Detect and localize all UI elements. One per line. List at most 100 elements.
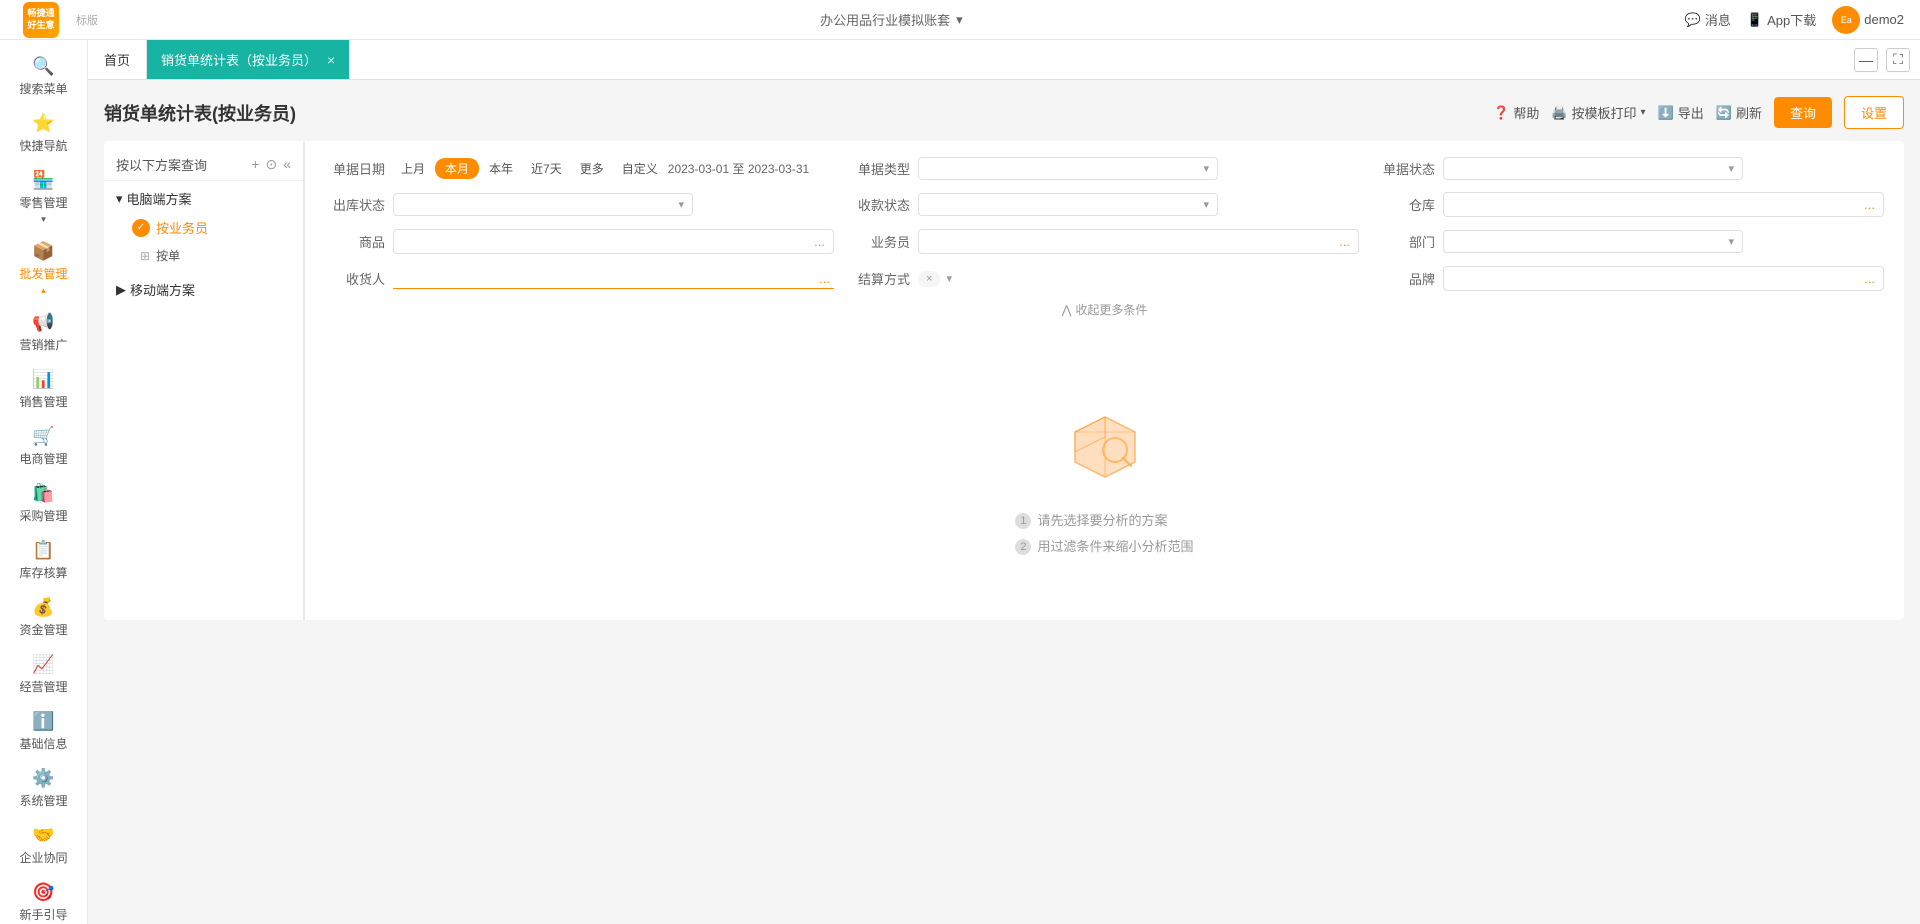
- help-btn[interactable]: ❓ 帮助: [1493, 103, 1539, 122]
- dept-select[interactable]: ▾: [1443, 230, 1743, 253]
- receiver-dots[interactable]: ...: [819, 271, 830, 286]
- goods-dots[interactable]: ...: [814, 234, 825, 249]
- sidebar-item-operations[interactable]: 📈 经营管理: [0, 646, 87, 703]
- collapse-icon: ⋀: [1062, 303, 1072, 317]
- pc-scheme-header[interactable]: ▾ 电脑端方案: [104, 185, 303, 212]
- empty-tips: 1 请先选择要分析的方案 2 用过滤条件来缩小分析范围: [1015, 508, 1193, 560]
- export-btn[interactable]: ⬇️ 导出: [1658, 103, 1704, 122]
- app-download-btn[interactable]: 📱 App下载: [1747, 10, 1816, 29]
- doc-type-select[interactable]: ▾: [918, 157, 1218, 180]
- sidebar-item-finance[interactable]: 💰 资金管理: [0, 589, 87, 646]
- scheme-collapse-icon: ▾: [116, 191, 123, 207]
- page-title-bar: 销货单统计表(按业务员) ❓ 帮助 🖨️ 按模板打印 ▾ ⬇️ 导出: [104, 96, 1904, 129]
- tab-max-btn[interactable]: ⛶: [1886, 48, 1910, 72]
- receipt-status-select[interactable]: ▾: [918, 193, 1218, 216]
- sidebar-item-corp[interactable]: 🤝 企业协同: [0, 817, 87, 874]
- sidebar: 🔍 搜索菜单 ⭐ 快捷导航 🏪 零售管理 ▾ 📦 批发管理 ▴ 📢 营销推广 📊…: [0, 40, 88, 924]
- user-avatar[interactable]: Ea demo2: [1832, 6, 1904, 34]
- sidebar-item-sales[interactable]: 📊 销售管理: [0, 361, 87, 418]
- right-panel: 单据日期 上月 本月 本年 近7天 更多 自定义 2023-03-01 至 20…: [304, 141, 1904, 620]
- query-btn[interactable]: 查询: [1774, 97, 1832, 128]
- goods-label: 商品: [325, 232, 385, 251]
- empty-state: 1 请先选择要分析的方案 2 用过滤条件来缩小分析范围: [305, 332, 1904, 620]
- refresh-btn[interactable]: 🔄 刷新: [1716, 103, 1762, 122]
- tab-home[interactable]: 首页: [88, 40, 147, 79]
- sidebar-item-marketing[interactable]: 📢 营销推广: [0, 304, 87, 361]
- basic-icon: ℹ️: [32, 711, 54, 732]
- help-icon: ❓: [1493, 105, 1509, 121]
- sidebar-item-ecommerce[interactable]: 🛒 电商管理: [0, 418, 87, 475]
- settings-btn[interactable]: 设置: [1844, 96, 1904, 129]
- settlement-chevron[interactable]: ▾: [946, 272, 952, 285]
- date-label: 单据日期: [325, 159, 385, 178]
- doc-status-select[interactable]: ▾: [1443, 157, 1743, 180]
- warehouse-input[interactable]: ...: [1443, 192, 1884, 217]
- more-date-btn[interactable]: 更多: [572, 158, 612, 179]
- sidebar-item-nav[interactable]: ⭐ 快捷导航: [0, 105, 87, 162]
- tab-close-btn[interactable]: ×: [327, 52, 335, 68]
- collapse-panel-btn[interactable]: «: [283, 156, 291, 173]
- this-month-btn[interactable]: 本月: [435, 158, 479, 179]
- goods-input[interactable]: ...: [393, 229, 834, 254]
- sidebar-item-guide[interactable]: 🎯 新手引导: [0, 874, 87, 924]
- sidebar-item-retail[interactable]: 🏪 零售管理 ▾: [0, 162, 87, 233]
- tab-active[interactable]: 销货单统计表（按业务员） ×: [147, 40, 349, 79]
- receiver-input[interactable]: ...: [393, 269, 834, 289]
- last-month-btn[interactable]: 上月: [393, 158, 433, 179]
- tab-actions: — ⛶: [1854, 48, 1920, 72]
- logo-sub: 标版: [76, 12, 98, 28]
- scheme-item-salesman[interactable]: ✓ 按业务员: [104, 212, 303, 243]
- guide-icon: 🎯: [32, 882, 54, 903]
- brand-input[interactable]: ...: [1443, 266, 1884, 291]
- warehouse-dots[interactable]: ...: [1864, 197, 1875, 212]
- warehouse-cell: 仓库 ...: [1367, 186, 1892, 223]
- tab-min-btn[interactable]: —: [1854, 48, 1878, 72]
- collapse-filters-btn[interactable]: ⋀ 收起更多条件: [317, 301, 1892, 318]
- out-status-select[interactable]: ▾: [393, 193, 693, 216]
- sales-icon: 📊: [32, 369, 54, 390]
- mobile-scheme-header[interactable]: ▶ 移动端方案: [104, 276, 303, 303]
- last7-btn[interactable]: 近7天: [523, 158, 570, 179]
- sidebar-item-inventory[interactable]: 📋 库存核算: [0, 532, 87, 589]
- empty-tip-1: 1 请先选择要分析的方案: [1015, 508, 1193, 534]
- salesman-cell: 业务员 ...: [842, 223, 1367, 260]
- sidebar-item-search[interactable]: 🔍 搜索菜单: [0, 48, 87, 105]
- empty-icon: [1055, 392, 1155, 492]
- left-panel-header: 按以下方案查询 + ⊙ «: [104, 149, 303, 180]
- dept-chevron: ▾: [1728, 235, 1734, 248]
- salesman-input[interactable]: ...: [918, 229, 1359, 254]
- warehouse-label: 仓库: [1375, 195, 1435, 214]
- doc-status-label: 单据状态: [1375, 159, 1435, 178]
- tab-bar: 首页 销货单统计表（按业务员） × — ⛶: [88, 40, 1920, 80]
- sidebar-item-purchase[interactable]: 🛍️ 采购管理: [0, 475, 87, 532]
- print-btn[interactable]: 🖨️ 按模板打印 ▾: [1551, 103, 1645, 122]
- edit-scheme-btn[interactable]: ⊙: [265, 156, 277, 173]
- scheme-sub-item-order[interactable]: ⊞ 按单: [104, 243, 303, 268]
- sub-item-icon: ⊞: [140, 249, 150, 263]
- brand-cell: 品牌 ...: [1367, 260, 1892, 297]
- date-range: 2023-03-01 至 2023-03-31: [668, 160, 809, 177]
- doc-type-chevron: ▾: [1203, 162, 1209, 175]
- export-icon: ⬇️: [1658, 105, 1674, 121]
- sidebar-item-system[interactable]: ⚙️ 系统管理: [0, 760, 87, 817]
- split-panel: 按以下方案查询 + ⊙ « ▾ 电脑端方案: [104, 141, 1904, 620]
- custom-date-btn[interactable]: 自定义: [614, 158, 666, 179]
- scheme-item-active-icon: ✓: [132, 219, 150, 237]
- brand-dots[interactable]: ...: [1864, 271, 1875, 286]
- left-panel-tools: + ⊙ «: [251, 156, 291, 173]
- app-selector[interactable]: 办公用品行业模拟账套 ▾: [820, 10, 963, 29]
- purchase-icon: 🛍️: [32, 483, 54, 504]
- brand-label: 品牌: [1375, 269, 1435, 288]
- message-btn[interactable]: 💬 消息: [1685, 10, 1731, 29]
- out-status-chevron: ▾: [678, 198, 684, 211]
- this-year-btn[interactable]: 本年: [481, 158, 521, 179]
- salesman-dots[interactable]: ...: [1339, 234, 1350, 249]
- out-status-cell: 出库状态 ▾: [317, 186, 842, 223]
- sidebar-item-wholesale[interactable]: 📦 批发管理 ▴: [0, 233, 87, 304]
- add-scheme-btn[interactable]: +: [251, 156, 259, 173]
- settlement-label: 结算方式: [850, 269, 910, 288]
- page-title: 销货单统计表(按业务员): [104, 100, 296, 126]
- filter-row-3: 商品 ... 业务员 ...: [317, 223, 1892, 260]
- sidebar-item-basic[interactable]: ℹ️ 基础信息: [0, 703, 87, 760]
- settlement-clear-btn[interactable]: ×: [926, 273, 932, 285]
